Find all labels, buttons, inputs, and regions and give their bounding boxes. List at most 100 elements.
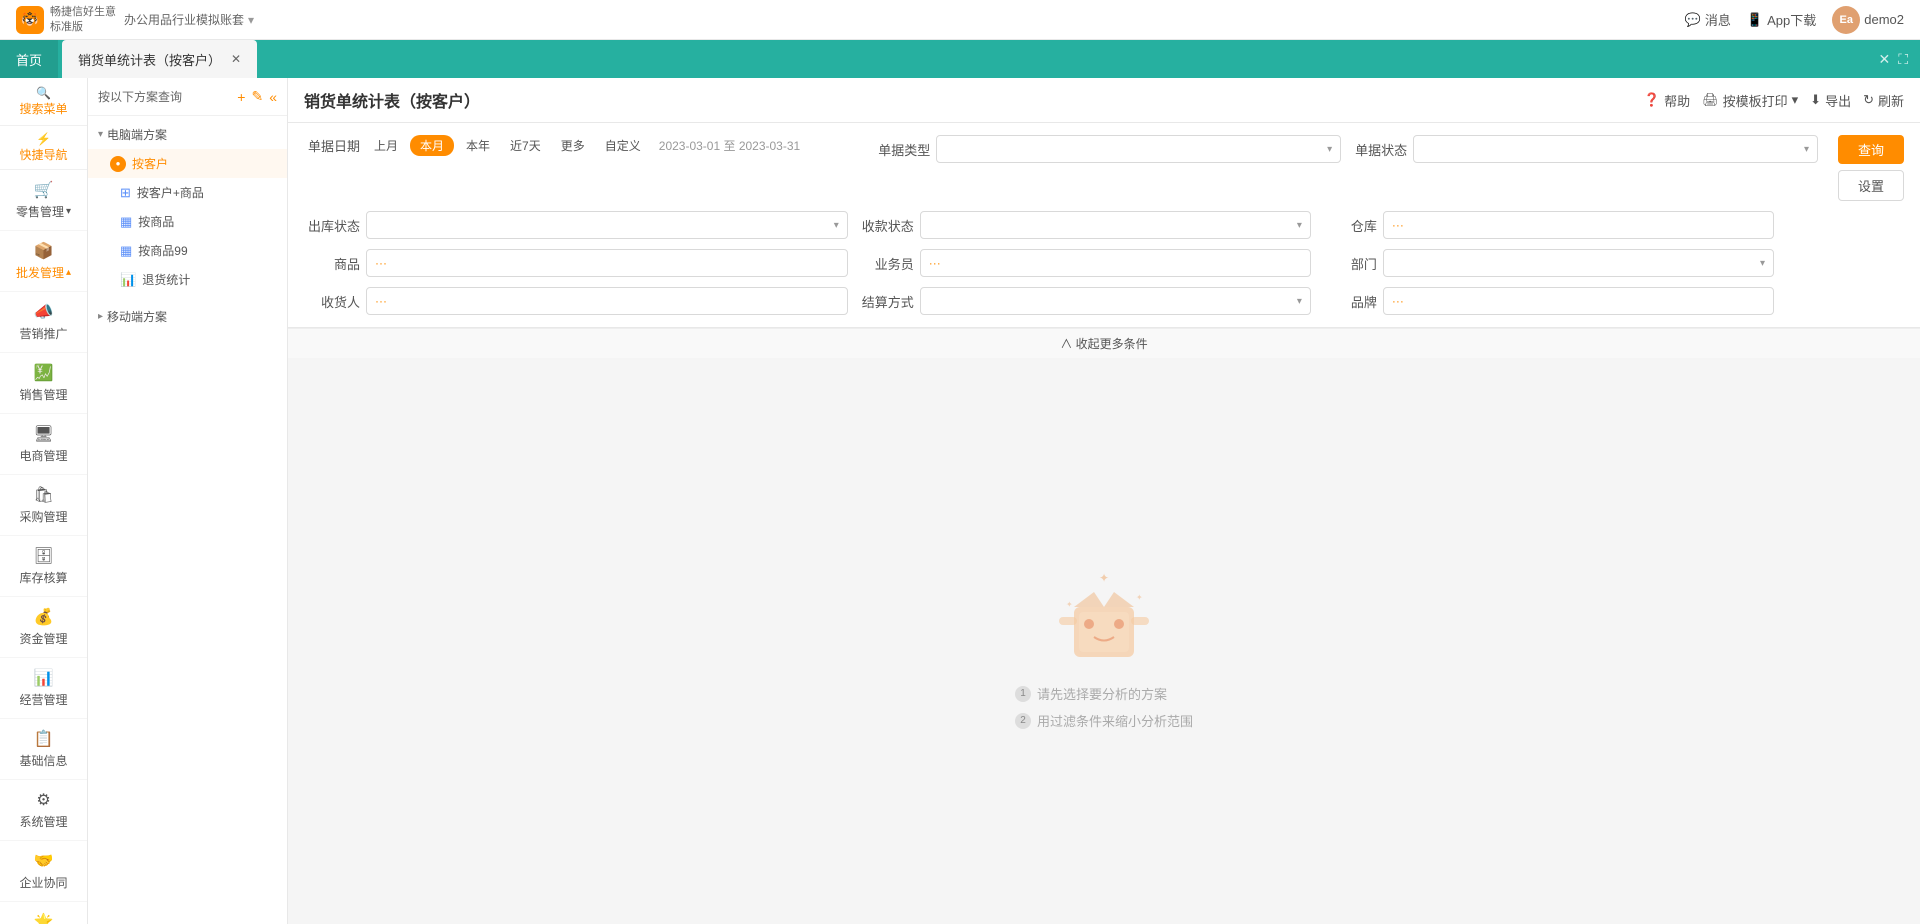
message-icon: 💬 xyxy=(1685,12,1701,28)
tab-bar: 首页 销货单统计表（按客户） ✕ ✕ ⛶ xyxy=(0,40,1920,78)
sidebar: 🔍 搜索菜单 ⚡ 快捷导航 🛒 零售管理 ▾ 📦 批发管理 ▴ 📣 营销推广 xyxy=(0,78,88,924)
top-header: 🐯 畅捷信好生意 标准版 办公用品行业模拟账套 ▾ 💬 消息 📱 App下载 E… xyxy=(0,0,1920,40)
newbie-icon: 🌟 xyxy=(34,912,54,924)
left-panel: 按以下方案查询 + ✎ « ▾ 电脑端方案 ● 按客户 ⊞ 按客户+商品 ▦ xyxy=(88,78,288,924)
date-tab-more[interactable]: 更多 xyxy=(553,135,593,156)
app-download-button[interactable]: 📱 App下载 xyxy=(1747,10,1816,29)
date-tab-last7[interactable]: 近7天 xyxy=(502,135,549,156)
tab-close-all-icon[interactable]: ✕ xyxy=(1878,51,1890,68)
tree-arrow-right-icon: ▸ xyxy=(98,311,103,322)
date-tab-last-month[interactable]: 上月 xyxy=(366,135,406,156)
main-layout: 🔍 搜索菜单 ⚡ 快捷导航 🛒 零售管理 ▾ 📦 批发管理 ▴ 📣 营销推广 xyxy=(0,78,1920,924)
date-tab-custom[interactable]: 自定义 xyxy=(597,135,649,156)
empty-state: ✦ ✦ ✦ 1 请先选择要分析的方案 2 用过滤条件来缩小分析范围 xyxy=(288,358,1920,924)
chevron-icon: ▴ xyxy=(66,267,71,278)
empty-tip-1: 1 请先选择要分析的方案 xyxy=(1015,684,1193,703)
tree-item-by-customer[interactable]: ● 按客户 xyxy=(88,149,287,178)
goods-select[interactable]: ··· xyxy=(366,249,848,277)
sidebar-item-inventory[interactable]: 🗄 库存核算 xyxy=(0,536,87,597)
user-menu[interactable]: Ea demo2 xyxy=(1832,6,1904,34)
tab-close-icon[interactable]: ✕ xyxy=(231,52,241,66)
marketing-icon: 📣 xyxy=(34,302,54,322)
recv-status-select[interactable]: ▾ xyxy=(920,211,1311,239)
tree-item-customer-goods[interactable]: ⊞ 按客户+商品 xyxy=(88,178,287,207)
tree-group-desktop-header[interactable]: ▾ 电脑端方案 xyxy=(88,120,287,149)
doc-status-select[interactable]: ▾ xyxy=(1413,135,1818,163)
sidebar-item-purchase[interactable]: 🛍 采购管理 xyxy=(0,475,87,536)
tab-sales-stat[interactable]: 销货单统计表（按客户） ✕ xyxy=(62,40,257,78)
tree-item-by-goods99[interactable]: ▦ 按商品99 xyxy=(88,236,287,265)
out-status-select[interactable]: ▾ xyxy=(366,211,848,239)
brand-select[interactable]: ··· xyxy=(1383,287,1774,315)
svg-text:✦: ✦ xyxy=(1099,571,1109,585)
settle-select[interactable]: ▾ xyxy=(920,287,1311,315)
goods-label: 商品 xyxy=(304,254,360,273)
sidebar-item-newbie[interactable]: 🌟 新手引导 xyxy=(0,902,87,924)
warehouse-select[interactable]: ··· xyxy=(1383,211,1774,239)
svg-text:✦: ✦ xyxy=(1136,593,1143,602)
empty-tips: 1 请先选择要分析的方案 2 用过滤条件来缩小分析范围 xyxy=(1015,684,1193,730)
page-header: 销货单统计表（按客户） ❓ 帮助 🖨 按模板打印 ▾ ⬇ 导出 ↻ 刷新 xyxy=(288,78,1920,123)
sidebar-item-basic[interactable]: 📋 基础信息 xyxy=(0,719,87,780)
dept-label: 部门 xyxy=(1321,254,1377,273)
collapse-filter-button[interactable]: ∧ 收起更多条件 xyxy=(288,328,1920,358)
sidebar-item-wholesale[interactable]: 📦 批发管理 ▴ xyxy=(0,231,87,292)
brand-label: 品牌 xyxy=(1321,292,1377,311)
sales-icon: 💹 xyxy=(34,363,54,383)
collapse-arrow-icon: ∧ xyxy=(1060,337,1075,351)
logo-icon: 🐯 xyxy=(16,6,44,34)
sidebar-item-finance[interactable]: 💰 资金管理 xyxy=(0,597,87,658)
export-icon: ⬇ xyxy=(1810,92,1821,108)
message-button[interactable]: 💬 消息 xyxy=(1685,10,1731,29)
sidebar-item-marketing[interactable]: 📣 营销推广 xyxy=(0,292,87,353)
purchase-icon: 🛍 xyxy=(33,485,53,505)
empty-illustration: ✦ ✦ ✦ xyxy=(1044,552,1164,672)
logo-text: 畅捷信好生意 标准版 xyxy=(50,5,116,34)
sidebar-item-system[interactable]: ⚙ 系统管理 xyxy=(0,780,87,841)
help-button[interactable]: ❓ 帮助 xyxy=(1644,91,1690,110)
empty-tip-2: 2 用过滤条件来缩小分析范围 xyxy=(1015,711,1193,730)
sidebar-search-button[interactable]: 🔍 搜索菜单 xyxy=(0,78,87,126)
date-tab-this-month[interactable]: 本月 xyxy=(410,135,454,156)
recipient-select[interactable]: ··· xyxy=(366,287,848,315)
sidebar-quicknav-button[interactable]: ⚡ 快捷导航 xyxy=(0,126,87,170)
date-label: 单据日期 xyxy=(304,136,360,155)
edit-scheme-button[interactable]: ✎ xyxy=(251,88,263,105)
logo-area: 🐯 畅捷信好生意 标准版 xyxy=(16,5,116,34)
export-button[interactable]: ⬇ 导出 xyxy=(1810,91,1851,110)
scheme-icon-goods99: ▦ xyxy=(120,243,132,259)
tree-group-mobile-header[interactable]: ▸ 移动端方案 xyxy=(88,302,287,331)
date-tab-this-year[interactable]: 本年 xyxy=(458,135,498,156)
collapse-panel-button[interactable]: « xyxy=(269,89,277,105)
tab-home[interactable]: 首页 xyxy=(0,40,58,78)
salesman-select[interactable]: ··· xyxy=(920,249,1311,277)
avatar: Ea xyxy=(1832,6,1860,34)
header-left: 🐯 畅捷信好生意 标准版 办公用品行业模拟账套 ▾ xyxy=(16,5,254,34)
sidebar-item-operation[interactable]: 📊 经营管理 xyxy=(0,658,87,719)
add-scheme-button[interactable]: + xyxy=(237,89,245,105)
scheme-icon-customer: ● xyxy=(110,156,126,172)
query-button[interactable]: 查询 xyxy=(1838,135,1904,164)
left-panel-header: 按以下方案查询 + ✎ « xyxy=(88,78,287,116)
sidebar-item-ecommerce[interactable]: 🖥 电商管理 xyxy=(0,414,87,475)
sidebar-item-retail[interactable]: 🛒 零售管理 ▾ xyxy=(0,170,87,231)
doc-type-select[interactable]: ▾ xyxy=(936,135,1341,163)
out-status-arrow-icon: ▾ xyxy=(834,220,839,231)
page-actions: ❓ 帮助 🖨 按模板打印 ▾ ⬇ 导出 ↻ 刷新 xyxy=(1644,91,1904,110)
date-tabs: 上月 本月 本年 近7天 更多 自定义 xyxy=(366,135,649,156)
content-area: 销货单统计表（按客户） ❓ 帮助 🖨 按模板打印 ▾ ⬇ 导出 ↻ 刷新 xyxy=(288,78,1920,924)
print-button[interactable]: 🖨 按模板打印 ▾ xyxy=(1702,91,1798,110)
breadcrumb-arrow-icon: ▾ xyxy=(248,13,254,27)
dept-select[interactable]: ▾ xyxy=(1383,249,1774,277)
sidebar-item-sales[interactable]: 💹 销售管理 xyxy=(0,353,87,414)
setting-button[interactable]: 设置 xyxy=(1838,170,1904,201)
tree-item-refund[interactable]: 📊 退货统计 xyxy=(88,265,287,294)
refresh-button[interactable]: ↻ 刷新 xyxy=(1863,91,1904,110)
tree-item-by-goods[interactable]: ▦ 按商品 xyxy=(88,207,287,236)
dept-arrow-icon: ▾ xyxy=(1760,258,1765,269)
sidebar-item-corp[interactable]: 🤝 企业协同 xyxy=(0,841,87,902)
breadcrumb: 办公用品行业模拟账套 ▾ xyxy=(124,11,254,28)
warehouse-label: 仓库 xyxy=(1321,216,1377,235)
tab-maximize-icon[interactable]: ⛶ xyxy=(1898,51,1908,68)
tree-group-desktop: ▾ 电脑端方案 ● 按客户 ⊞ 按客户+商品 ▦ 按商品 ▦ 按商品99 📊 xyxy=(88,116,287,298)
